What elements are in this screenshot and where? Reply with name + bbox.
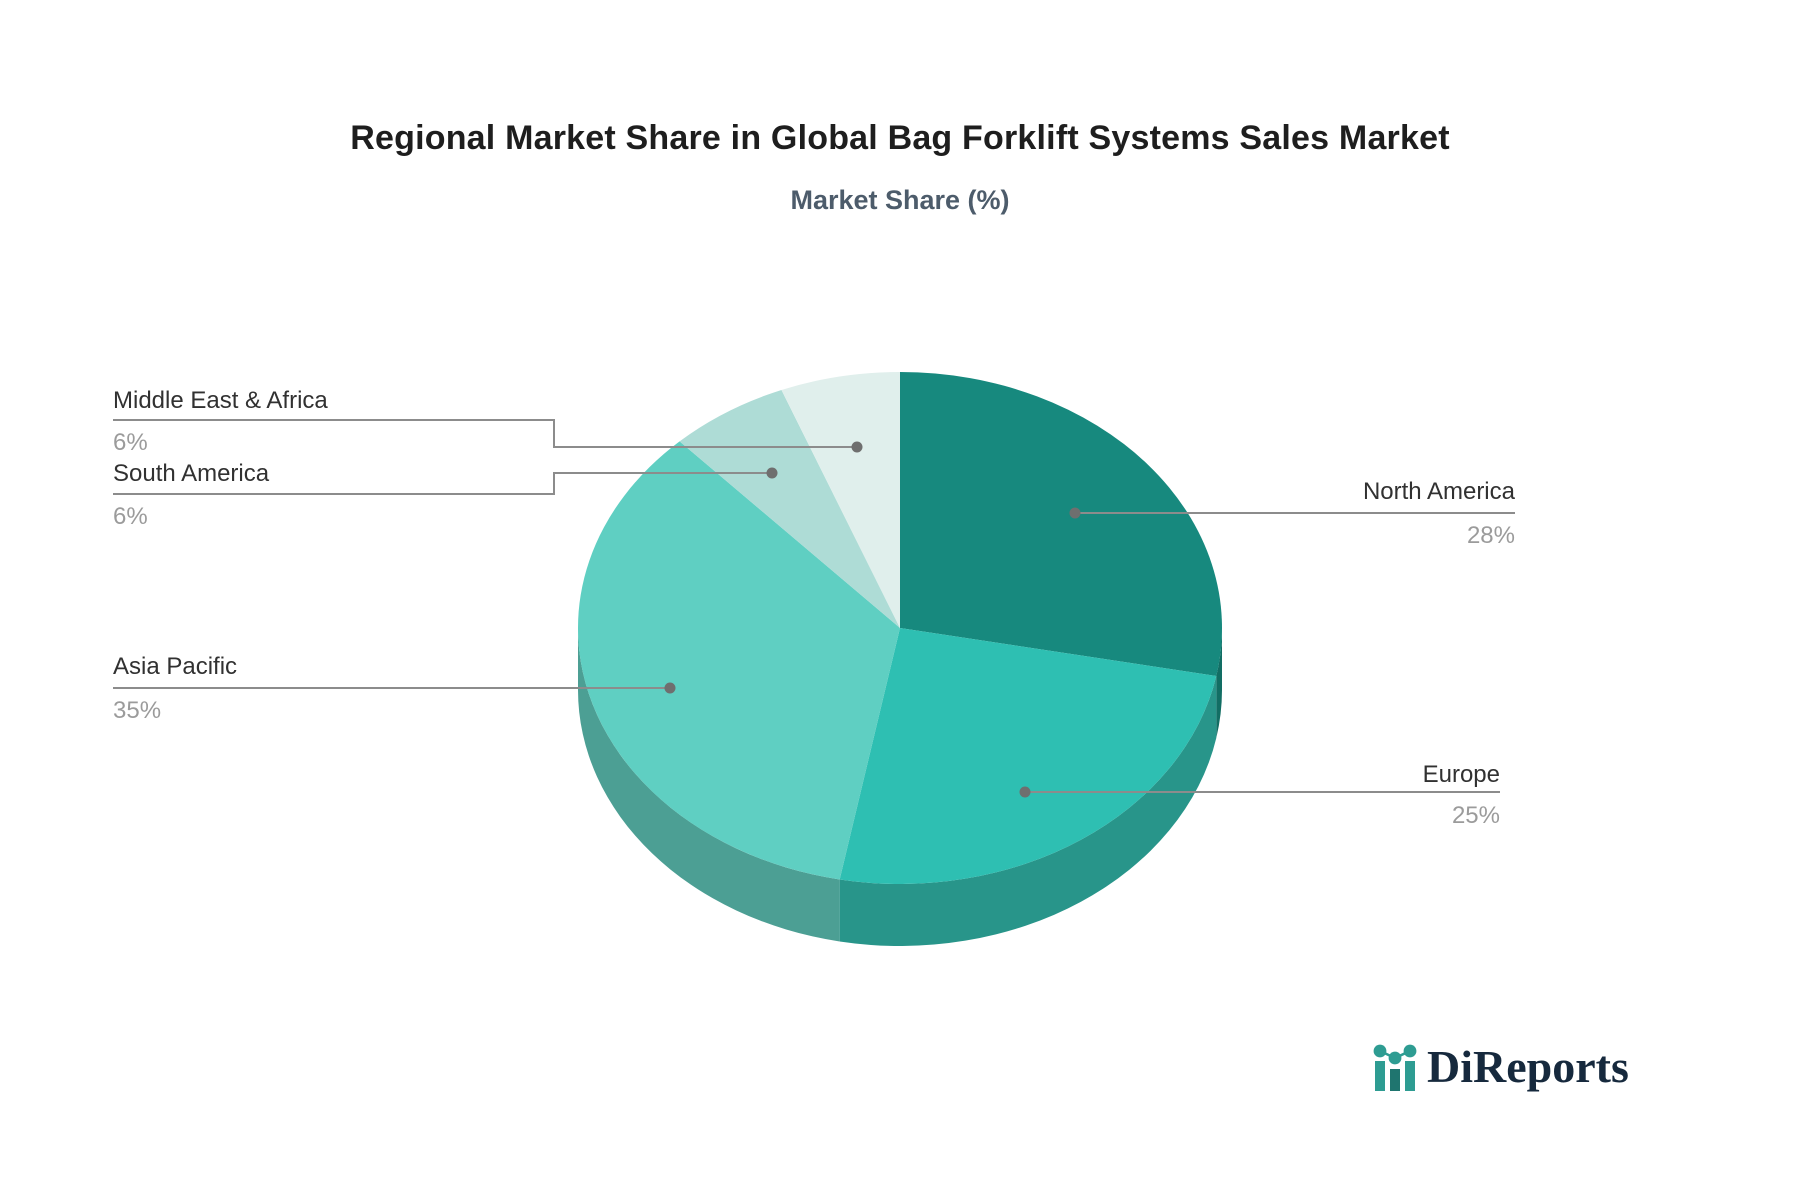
value-europe: 25% — [1451, 802, 1500, 829]
leader-dot-south-america — [766, 467, 778, 479]
leader-dot-north-america — [1069, 507, 1081, 519]
label-middle-east-and-africa: Middle East & Africa — [113, 387, 328, 414]
leader-dot-europe — [1019, 786, 1031, 798]
value-north-america: 28% — [1466, 522, 1515, 549]
direports-logo: DiReports — [1372, 1036, 1629, 1098]
label-asia-pacific: Asia Pacific — [113, 653, 238, 680]
label-south-america: South America — [113, 460, 270, 487]
leader-dot-middle-east-and-africa — [851, 441, 863, 453]
chart-canvas: Regional Market Share in Global Bag Fork… — [0, 0, 1800, 1196]
leader-dot-asia-pacific — [664, 682, 676, 694]
value-middle-east-and-africa: 6% — [113, 429, 148, 456]
pie-slice-north-america[interactable] — [900, 372, 1222, 676]
pie-3d-chart — [113, 372, 1515, 946]
label-north-america: North America — [1362, 478, 1515, 505]
value-asia-pacific: 35% — [113, 697, 162, 724]
direports-logo-text: DiReports — [1427, 1041, 1629, 1092]
direports-logo-icon — [1373, 1044, 1417, 1091]
label-europe: Europe — [1422, 761, 1500, 788]
value-south-america: 6% — [113, 503, 148, 530]
